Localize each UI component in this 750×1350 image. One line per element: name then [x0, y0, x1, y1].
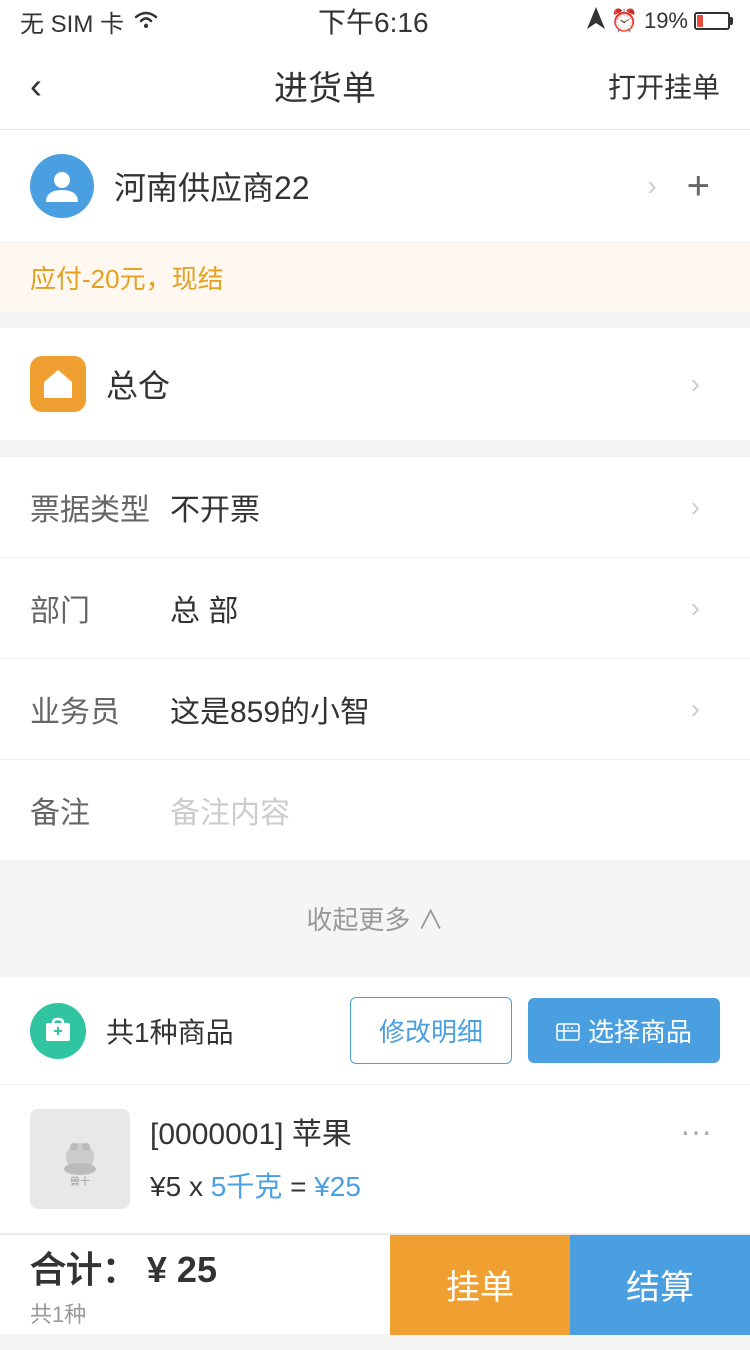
warehouse-chevron-icon: ›: [691, 368, 700, 400]
warehouse-icon: [30, 356, 86, 412]
warehouse-name: 总仓: [106, 361, 671, 407]
price-value: ¥5: [150, 1171, 181, 1202]
product-item: 兽十 [0000001] 苹果 ¥5 x 5千克 = ¥25 ···: [0, 1085, 750, 1234]
total-label: 合计：: [30, 1249, 138, 1290]
battery-percent: 19%: [644, 8, 688, 34]
salesperson-label: 业务员: [30, 687, 170, 731]
battery-icon: [694, 12, 730, 30]
product-quantity: 5千克: [211, 1171, 283, 1202]
supplier-info-banner: 应付-20元，现结: [0, 243, 750, 312]
products-count: 共1种商品: [106, 1011, 350, 1051]
product-title: 苹果: [292, 1118, 352, 1151]
ticket-type-row[interactable]: 票据类型 不开票 ›: [0, 456, 750, 557]
warehouse-row[interactable]: 总仓 ›: [0, 328, 750, 440]
back-button[interactable]: ‹: [30, 65, 42, 107]
checkout-button[interactable]: 结算: [570, 1235, 750, 1335]
bottom-bar: 合计： ¥ 25 共1种 挂单 结算: [0, 1234, 750, 1334]
supplier-chevron-icon: ›: [647, 170, 656, 202]
supplier-row[interactable]: 河南供应商22 › +: [0, 130, 750, 243]
product-thumbnail: 兽十: [30, 1109, 130, 1209]
product-price: ¥5 x 5千克 = ¥25: [150, 1165, 672, 1205]
alarm-icon: ⏰: [611, 8, 638, 34]
product-menu-button[interactable]: ···: [672, 1109, 720, 1154]
page-title: 进货单: [274, 61, 376, 110]
remark-input[interactable]: 备注内容: [170, 788, 720, 832]
edit-detail-button[interactable]: 修改明细: [350, 997, 512, 1064]
department-chevron-icon: ›: [691, 592, 700, 624]
ticket-type-chevron-icon: ›: [691, 491, 700, 523]
ticket-type-value: 不开票: [170, 485, 671, 529]
nav-bar: ‹ 进货单 打开挂单: [0, 42, 750, 130]
product-name: [0000001] 苹果: [150, 1109, 672, 1153]
open-hang-button[interactable]: 打开挂单: [608, 66, 720, 106]
supplier-left: 河南供应商22: [30, 154, 627, 218]
carrier-text: 无 SIM 卡: [20, 4, 124, 39]
status-bar: 无 SIM 卡 下午6:16 ⏰ 19%: [0, 0, 750, 42]
status-right: ⏰ 19%: [587, 7, 730, 35]
product-code: [0000001]: [150, 1118, 283, 1151]
product-info: [0000001] 苹果 ¥5 x 5千克 = ¥25: [150, 1109, 672, 1205]
svg-text:兽十: 兽十: [70, 1175, 90, 1187]
department-value: 总 部: [170, 586, 671, 630]
remark-row[interactable]: 备注 备注内容: [0, 759, 750, 860]
salesperson-row[interactable]: 业务员 这是859的小智 ›: [0, 658, 750, 759]
product-total: ¥25: [314, 1171, 361, 1202]
supplier-avatar: [30, 154, 94, 218]
products-section: 共1种商品 修改明细 选择商品: [0, 977, 750, 1234]
supplier-name: 河南供应商22: [114, 163, 310, 209]
salesperson-chevron-icon: ›: [691, 693, 700, 725]
total-section: 合计： ¥ 25 共1种: [0, 1241, 390, 1329]
add-button[interactable]: +: [677, 164, 720, 209]
total-value: ¥ 25: [147, 1249, 217, 1290]
products-icon: [30, 1003, 86, 1059]
total-amount: 合计： ¥ 25: [30, 1241, 360, 1293]
status-time: 下午6:16: [318, 1, 429, 41]
select-product-label: 选择商品: [588, 1012, 692, 1049]
wifi-icon: [132, 7, 160, 36]
select-product-button[interactable]: 选择商品: [528, 998, 720, 1063]
salesperson-value: 这是859的小智: [170, 687, 671, 731]
location-icon: [587, 7, 605, 35]
price-separator: x: [189, 1171, 211, 1202]
ticket-type-label: 票据类型: [30, 485, 170, 529]
price-equals: =: [290, 1171, 314, 1202]
supplier-section: 河南供应商22 › + 应付-20元，现结: [0, 130, 750, 312]
content: 河南供应商22 › + 应付-20元，现结 总仓 › 票据类型 不开票 ›: [0, 130, 750, 1350]
hang-button[interactable]: 挂单: [390, 1235, 570, 1335]
form-section: 票据类型 不开票 › 部门 总 部 › 业务员 这是859的小智 › 备注 备注…: [0, 456, 750, 860]
products-header: 共1种商品 修改明细 选择商品: [0, 977, 750, 1085]
status-left: 无 SIM 卡: [20, 4, 160, 39]
remark-label: 备注: [30, 788, 170, 832]
department-label: 部门: [30, 586, 170, 630]
department-row[interactable]: 部门 总 部 ›: [0, 557, 750, 658]
collapse-button[interactable]: 收起更多 ∧: [0, 876, 750, 961]
total-count: 共1种: [30, 1297, 360, 1329]
warehouse-section: 总仓 ›: [0, 328, 750, 440]
